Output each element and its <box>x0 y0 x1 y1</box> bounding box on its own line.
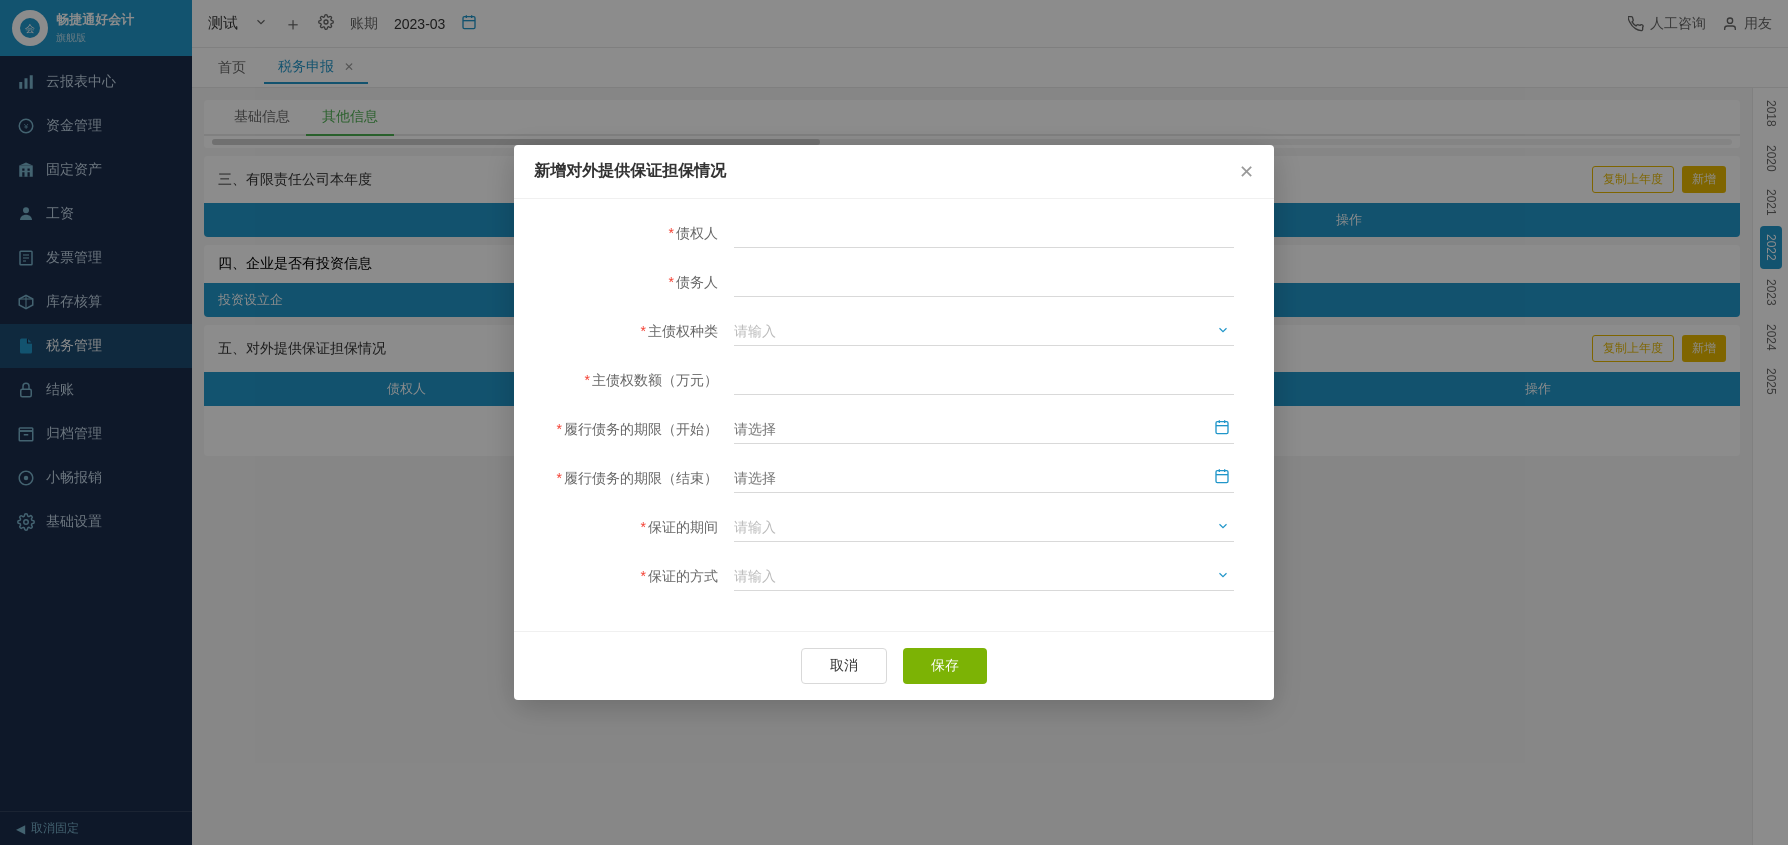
form-input-wrap-debtor <box>734 268 1234 297</box>
form-select-wrap-claim-type <box>734 317 1234 346</box>
creditor-input[interactable] <box>734 219 1234 248</box>
form-label-guarantee-period: *保证的期间 <box>554 519 734 537</box>
claim-amount-input[interactable] <box>734 366 1234 395</box>
required-star-claim-type: * <box>641 323 646 339</box>
guarantee-period-input[interactable] <box>734 513 1212 541</box>
form-date-wrap-period-start <box>734 415 1234 444</box>
form-field-claim-type: *主债权种类 <box>554 317 1234 346</box>
dialog-overlay: 新增对外提供保证担保情况 ✕ *债权人 *债务人 <box>0 0 1788 845</box>
required-star-guarantee-period: * <box>641 519 646 535</box>
svg-rect-36 <box>1216 471 1228 483</box>
form-field-claim-amount: *主债权数额（万元） <box>554 366 1234 395</box>
form-input-wrap-claim-amount <box>734 366 1234 395</box>
period-end-input[interactable] <box>734 464 1210 492</box>
dialog-body: *债权人 *债务人 *主债权种类 <box>514 199 1274 631</box>
form-field-debtor: *债务人 <box>554 268 1234 297</box>
form-field-guarantee-period: *保证的期间 <box>554 513 1234 542</box>
guarantee-method-input[interactable] <box>734 562 1212 590</box>
form-input-wrap-creditor <box>734 219 1234 248</box>
form-field-period-end: *履行债务的期限（结束） <box>554 464 1234 493</box>
dialog-footer: 取消 保存 <box>514 631 1274 700</box>
guarantee-period-arrow-icon[interactable] <box>1212 519 1234 536</box>
form-label-claim-amount: *主债权数额（万元） <box>554 372 734 390</box>
required-star-creditor: * <box>669 225 674 241</box>
claim-type-arrow-icon[interactable] <box>1212 323 1234 340</box>
form-field-guarantee-method: *保证的方式 <box>554 562 1234 591</box>
form-label-claim-type: *主债权种类 <box>554 323 734 341</box>
period-start-calendar-icon[interactable] <box>1210 419 1234 439</box>
form-select-wrap-guarantee-period <box>734 513 1234 542</box>
required-star-guarantee-method: * <box>641 568 646 584</box>
required-star-debtor: * <box>669 274 674 290</box>
form-label-debtor: *债务人 <box>554 274 734 292</box>
form-label-guarantee-method: *保证的方式 <box>554 568 734 586</box>
debtor-input[interactable] <box>734 268 1234 297</box>
svg-rect-32 <box>1216 422 1228 434</box>
form-field-creditor: *债权人 <box>554 219 1234 248</box>
required-star-period-start: * <box>557 421 562 437</box>
save-button[interactable]: 保存 <box>903 648 987 684</box>
dialog-close-button[interactable]: ✕ <box>1239 163 1254 181</box>
period-end-calendar-icon[interactable] <box>1210 468 1234 488</box>
dialog-title: 新增对外提供保证担保情况 <box>534 161 726 182</box>
cancel-button[interactable]: 取消 <box>801 648 887 684</box>
required-star-claim-amount: * <box>585 372 590 388</box>
form-field-period-start: *履行债务的期限（开始） <box>554 415 1234 444</box>
form-label-period-start: *履行债务的期限（开始） <box>554 421 734 439</box>
form-select-wrap-guarantee-method <box>734 562 1234 591</box>
period-start-input[interactable] <box>734 415 1210 443</box>
guarantee-method-arrow-icon[interactable] <box>1212 568 1234 585</box>
claim-type-input[interactable] <box>734 317 1212 345</box>
form-label-period-end: *履行债务的期限（结束） <box>554 470 734 488</box>
dialog-header: 新增对外提供保证担保情况 ✕ <box>514 145 1274 199</box>
dialog: 新增对外提供保证担保情况 ✕ *债权人 *债务人 <box>514 145 1274 700</box>
form-label-creditor: *债权人 <box>554 225 734 243</box>
form-date-wrap-period-end <box>734 464 1234 493</box>
required-star-period-end: * <box>557 470 562 486</box>
